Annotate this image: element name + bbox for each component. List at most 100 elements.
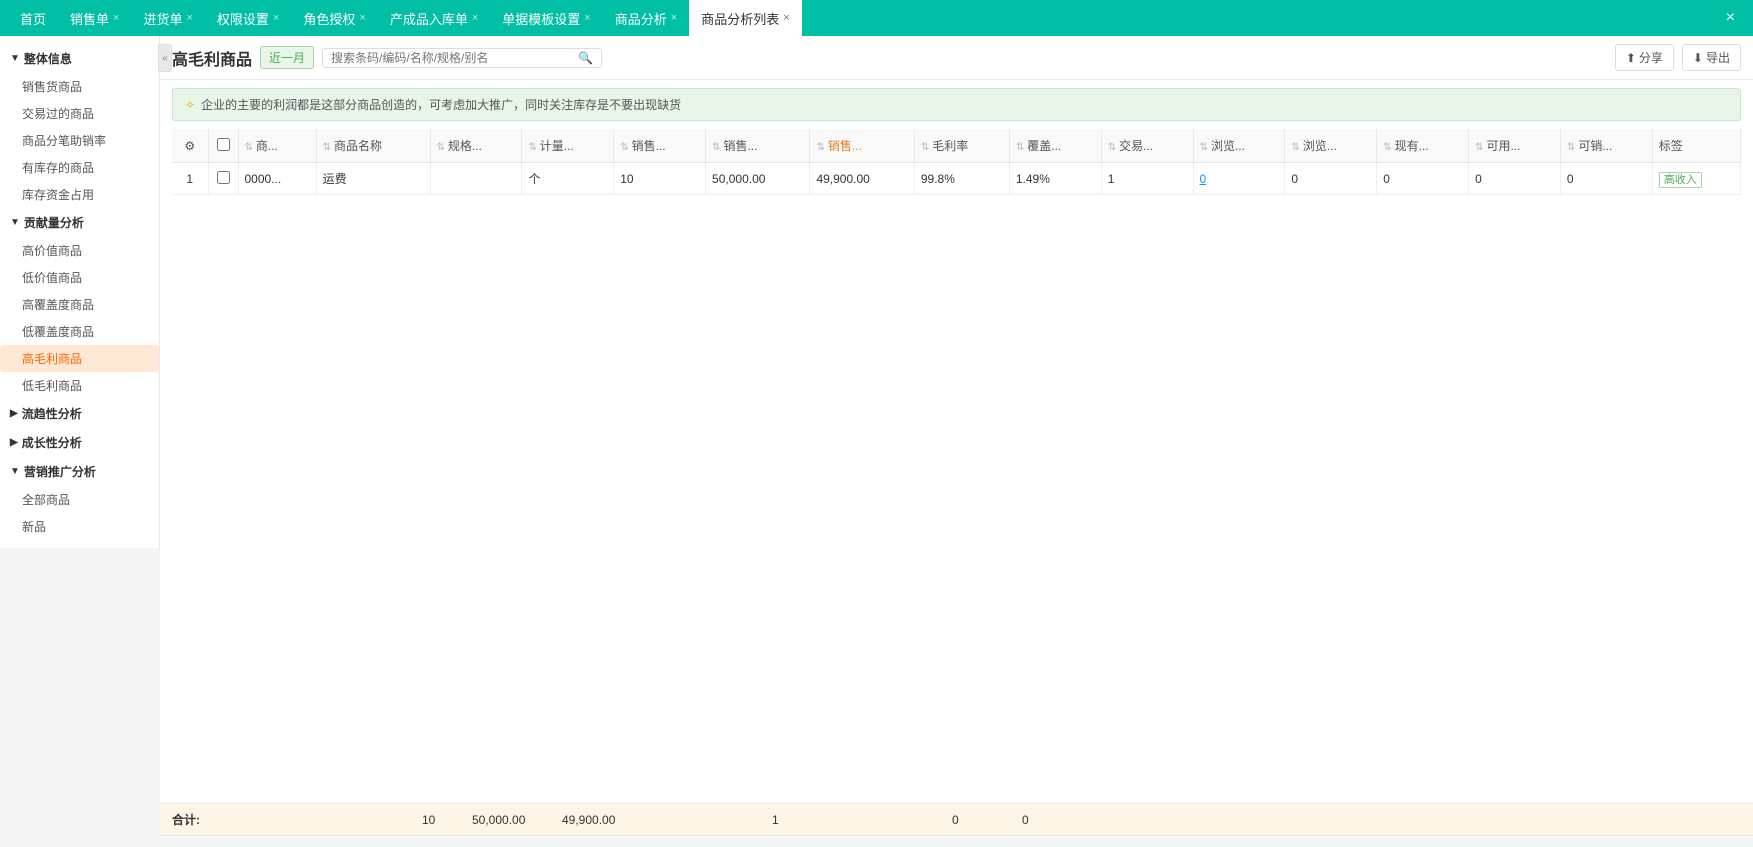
- search-icon[interactable]: 🔍: [578, 51, 593, 65]
- col-coverage[interactable]: ⇅覆盖...: [1009, 129, 1101, 163]
- nav-sales-close[interactable]: ×: [113, 12, 119, 24]
- col-sales3[interactable]: ⇅销售...: [810, 129, 914, 163]
- window-close-button[interactable]: ×: [1716, 9, 1745, 27]
- row-browse1[interactable]: 0: [1193, 163, 1285, 195]
- sidebar-item-low-margin[interactable]: 低毛利商品: [0, 372, 159, 399]
- sidebar-section-growth-label: 成长性分析: [22, 434, 82, 451]
- footer-sales2-val: 50,000.00: [466, 813, 556, 827]
- export-label: 导出: [1706, 49, 1730, 66]
- nav-permission[interactable]: 权限设置 ×: [205, 0, 291, 36]
- col-browse2[interactable]: ⇅浏览...: [1285, 129, 1377, 163]
- content-area: 高毛利商品 近一月 🔍 ⬆ 分享 ⬇ 导出 ✧ 企业的主要的利润都是这部分商品创…: [160, 36, 1753, 847]
- nav-product-analysis-close[interactable]: ×: [671, 12, 677, 24]
- sidebar-item-inventory-capital[interactable]: 库存资金占用: [0, 181, 159, 208]
- col-sales2[interactable]: ⇅销售...: [706, 129, 810, 163]
- footer-sales1: [216, 813, 416, 827]
- col-transactions[interactable]: ⇅交易...: [1101, 129, 1193, 163]
- footer-current-val: 0: [946, 813, 1016, 827]
- nav-purchase[interactable]: 进货单 ×: [131, 0, 204, 36]
- col-settings[interactable]: ⚙: [172, 129, 208, 163]
- row-checkbox[interactable]: [208, 163, 238, 195]
- col-unit[interactable]: ⇅计量...: [522, 129, 614, 163]
- table-header-row: ⚙ ⇅商... ⇅商品名称 ⇅规格...: [172, 129, 1741, 163]
- sidebar-item-contribution-rate[interactable]: 商品分笔助销率: [0, 127, 159, 154]
- sidebar-item-high-coverage[interactable]: 高覆盖度商品: [0, 291, 159, 318]
- col-spec[interactable]: ⇅规格...: [430, 129, 522, 163]
- row-sales3: 49,900.00: [810, 163, 914, 195]
- sidebar-section-overall-label: 整体信息: [24, 50, 72, 67]
- sidebar-item-high-margin[interactable]: 高毛利商品: [0, 345, 159, 372]
- col-sales1[interactable]: ⇅销售...: [614, 129, 706, 163]
- table-body: 1 0000... 运费 个 10 50,000.00 49,900.00 99…: [172, 163, 1741, 195]
- sidebar-section-growth[interactable]: ▶ 成长性分析: [0, 428, 159, 457]
- nav-permission-close[interactable]: ×: [273, 12, 279, 24]
- nav-sales[interactable]: 销售单 ×: [58, 0, 131, 36]
- nav-template-close[interactable]: ×: [584, 12, 590, 24]
- row-tag: 高收入: [1652, 163, 1740, 195]
- sidebar: ▼ 整体信息 销售货商品 交易过的商品 商品分笔助销率 有库存的商品 库存资金占…: [0, 36, 160, 548]
- sidebar-item-high-value[interactable]: 高价值商品: [0, 237, 159, 264]
- row-margin: 99.8%: [914, 163, 1009, 195]
- sidebar-item-new-goods[interactable]: 新品: [0, 513, 159, 540]
- col-code[interactable]: ⇅商...: [238, 129, 316, 163]
- nav-product-in-close[interactable]: ×: [472, 12, 478, 24]
- row-available: 0: [1469, 163, 1561, 195]
- search-input[interactable]: [331, 51, 574, 65]
- row-name: 运费: [316, 163, 430, 195]
- sidebar-item-low-value[interactable]: 低价值商品: [0, 264, 159, 291]
- footer-cells: 10 50,000.00 49,900.00 1 0 0: [216, 813, 1086, 827]
- row-sales1: 10: [614, 163, 706, 195]
- sidebar-section-marketing[interactable]: ▼ 营销推广分析: [0, 457, 159, 486]
- info-text: 企业的主要的利润都是这部分商品创造的，可考虑加大推广，同时关注库存是不要出现缺货: [201, 96, 681, 113]
- top-navigation: 首页 销售单 × 进货单 × 权限设置 × 角色授权 × 产成品入库单 × 单据…: [0, 0, 1753, 36]
- share-icon: ⬆: [1626, 51, 1636, 65]
- row-sales2: 50,000.00: [706, 163, 810, 195]
- nav-product-analysis[interactable]: 商品分析 ×: [603, 0, 689, 36]
- sidebar-section-contribution[interactable]: ▼ 贡献量分析: [0, 208, 159, 237]
- col-checkbox[interactable]: [208, 129, 238, 163]
- col-available[interactable]: ⇅可用...: [1469, 129, 1561, 163]
- nav-product-in[interactable]: 产成品入库单 ×: [378, 0, 490, 36]
- sidebar-section-overall[interactable]: ▼ 整体信息: [0, 44, 159, 73]
- sidebar-section-marketing-label: 营销推广分析: [24, 463, 96, 480]
- data-table: ⚙ ⇅商... ⇅商品名称 ⇅规格...: [172, 129, 1741, 195]
- footer-total-bar: 合计: 10 50,000.00 49,900.00 1 0 0: [160, 803, 1753, 835]
- footer-margin-empty: [646, 813, 766, 827]
- col-browse1[interactable]: ⇅浏览...: [1193, 129, 1285, 163]
- nav-role-close[interactable]: ×: [359, 12, 365, 24]
- content-header: 高毛利商品 近一月 🔍 ⬆ 分享 ⬇ 导出: [160, 36, 1753, 80]
- col-tag[interactable]: 标签: [1652, 129, 1740, 163]
- col-name[interactable]: ⇅商品名称: [316, 129, 430, 163]
- share-button[interactable]: ⬆ 分享: [1615, 44, 1674, 71]
- sidebar-section-contribution-label: 贡献量分析: [24, 214, 84, 231]
- settings-icon[interactable]: ⚙: [184, 139, 195, 153]
- col-margin[interactable]: ⇅毛利率: [914, 129, 1009, 163]
- filter-recent-month[interactable]: 近一月: [260, 46, 314, 69]
- sidebar-collapse-button[interactable]: «: [158, 44, 172, 72]
- horizontal-scrollbar[interactable]: [160, 835, 1753, 847]
- sidebar-item-all-goods[interactable]: 全部商品: [0, 486, 159, 513]
- row-unit: 个: [522, 163, 614, 195]
- info-icon: ✧: [185, 98, 195, 112]
- search-box[interactable]: 🔍: [322, 48, 602, 68]
- col-sellable[interactable]: ⇅可销...: [1560, 129, 1652, 163]
- export-button[interactable]: ⬇ 导出: [1682, 44, 1741, 71]
- sidebar-item-traded-goods[interactable]: 交易过的商品: [0, 100, 159, 127]
- page-title: 高毛利商品: [172, 46, 252, 70]
- nav-home[interactable]: 首页: [8, 0, 58, 36]
- footer-transactions-val: 1: [766, 813, 826, 827]
- row-sellable: 0: [1560, 163, 1652, 195]
- sidebar-section-trend[interactable]: ▶ 流趋性分析: [0, 399, 159, 428]
- nav-purchase-close[interactable]: ×: [186, 12, 192, 24]
- row-browse2: 0: [1285, 163, 1377, 195]
- sidebar-item-low-coverage[interactable]: 低覆盖度商品: [0, 318, 159, 345]
- sidebar-item-in-stock[interactable]: 有库存的商品: [0, 154, 159, 181]
- nav-template[interactable]: 单据模板设置 ×: [490, 0, 602, 36]
- col-current[interactable]: ⇅现有...: [1377, 129, 1469, 163]
- sidebar-item-sales-goods[interactable]: 销售货商品: [0, 73, 159, 100]
- footer-sales3-val: 49,900.00: [556, 813, 646, 827]
- nav-product-analysis-list-close[interactable]: ×: [783, 12, 789, 24]
- nav-role[interactable]: 角色授权 ×: [291, 0, 377, 36]
- select-all-checkbox[interactable]: [217, 138, 230, 151]
- nav-product-analysis-list[interactable]: 商品分析列表 ×: [689, 0, 801, 36]
